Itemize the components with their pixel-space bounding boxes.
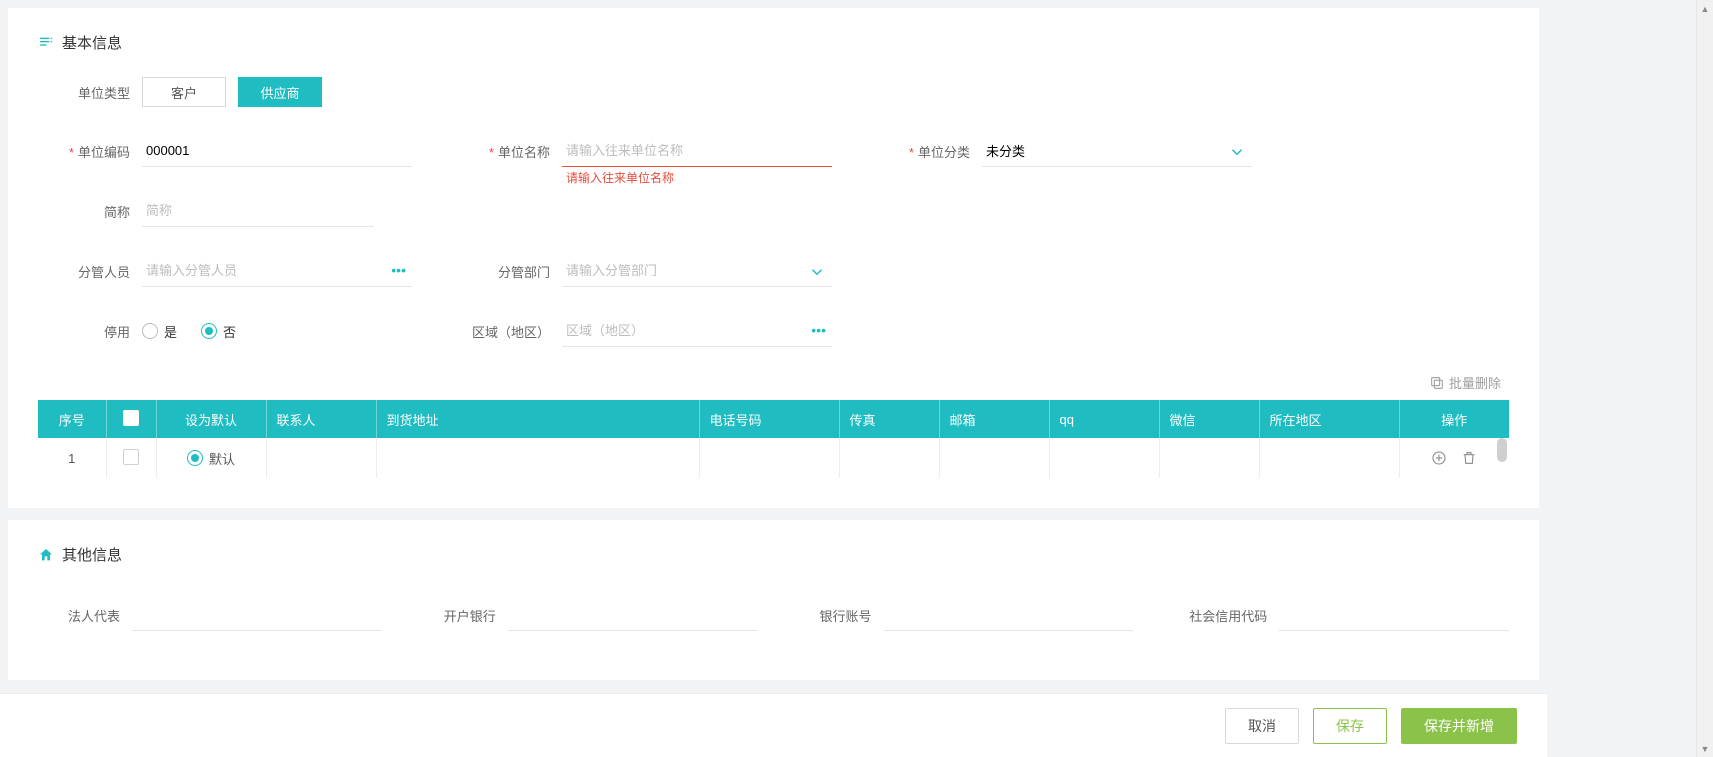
basic-info-title: 基本信息 (62, 32, 122, 53)
th-default: 设为默认 (156, 400, 266, 438)
cell-email[interactable] (939, 438, 1049, 478)
cell-phone[interactable] (699, 438, 839, 478)
bank-input[interactable] (508, 599, 758, 631)
cell-seq: 1 (38, 438, 106, 478)
short-name-row: 简称 (52, 195, 1252, 227)
manager-label: 分管人员 (52, 262, 142, 281)
table-header-row: 序号 设为默认 联系人 到货地址 电话号码 传真 邮箱 qq 微信 所在地区 操… (38, 400, 1509, 438)
cancel-button[interactable]: 取消 (1225, 708, 1299, 744)
more-icon[interactable]: ••• (811, 323, 826, 337)
house-icon (38, 547, 54, 563)
other-info-panel: 其他信息 法人代表 开户银行 银行账号 社会信用代码 (8, 520, 1539, 680)
disable-row: 停用 是 否 (52, 315, 412, 347)
unit-code-input[interactable] (142, 135, 412, 167)
cell-qq[interactable] (1049, 438, 1159, 478)
disable-yes[interactable]: 是 (142, 322, 177, 341)
batch-delete[interactable]: 批量删除 (38, 373, 1501, 392)
chevron-down-icon[interactable] (1228, 143, 1246, 163)
other-info-title: 其他信息 (62, 544, 122, 565)
batch-delete-label: 批量删除 (1449, 373, 1501, 392)
unit-name-row: *单位名称 请输入往来单位名称 (472, 135, 832, 167)
cell-address[interactable] (376, 438, 699, 478)
cell-fax[interactable] (839, 438, 939, 478)
unit-type-row: 单位类型 客户 供应商 (52, 77, 1252, 107)
acct-row: 银行账号 (804, 599, 1134, 631)
bank-row: 开户银行 (428, 599, 758, 631)
th-contact: 联系人 (266, 400, 376, 438)
other-info-header: 其他信息 (38, 544, 1509, 565)
scroll-down-arrow[interactable]: ▼ (1701, 740, 1710, 757)
th-email: 邮箱 (939, 400, 1049, 438)
credit-input[interactable] (1279, 599, 1509, 631)
th-seq: 序号 (38, 400, 106, 438)
unit-name-input[interactable] (562, 135, 832, 167)
chevron-down-icon[interactable] (808, 263, 826, 283)
table-row: 1 默认 (38, 438, 1509, 478)
unit-category-input[interactable] (982, 135, 1252, 167)
unit-code-row: *单位编码 (52, 135, 412, 167)
save-and-new-button[interactable]: 保存并新增 (1401, 708, 1517, 744)
region-input[interactable] (562, 315, 832, 347)
disable-no[interactable]: 否 (201, 322, 236, 341)
unit-type-supplier[interactable]: 供应商 (238, 77, 322, 107)
unit-category-label: 单位分类 (918, 145, 970, 160)
content-scroll: 基本信息 单位类型 客户 供应商 *单位编码 *单位名称 请输入往来单位名称 (0, 0, 1547, 680)
add-row-icon[interactable] (1431, 450, 1447, 466)
th-fax: 传真 (839, 400, 939, 438)
unit-name-error: 请输入往来单位名称 (566, 169, 674, 186)
unit-name-label: 单位名称 (498, 145, 550, 160)
th-region: 所在地区 (1259, 400, 1399, 438)
manager-input[interactable] (142, 255, 412, 287)
unit-code-label: 单位编码 (78, 145, 130, 160)
region-row: 区域（地区） ••• (472, 315, 832, 347)
header-checkbox[interactable] (123, 410, 139, 426)
save-button[interactable]: 保存 (1313, 708, 1387, 744)
th-ops: 操作 (1399, 400, 1509, 438)
unit-type-customer[interactable]: 客户 (142, 77, 226, 107)
row-default-radio[interactable] (187, 450, 203, 466)
scroll-up-arrow[interactable]: ▲ (1701, 0, 1710, 17)
credit-row: 社会信用代码 (1179, 599, 1509, 631)
department-row: 分管部门 (472, 255, 832, 287)
manager-row: 分管人员 ••• (52, 255, 412, 287)
cell-contact[interactable] (266, 438, 376, 478)
short-name-label: 简称 (52, 202, 142, 221)
credit-label: 社会信用代码 (1179, 606, 1279, 625)
legal-row: 法人代表 (52, 599, 382, 631)
th-phone: 电话号码 (699, 400, 839, 438)
acct-input[interactable] (884, 599, 1134, 631)
legal-label: 法人代表 (52, 606, 132, 625)
delete-row-icon[interactable] (1461, 450, 1477, 466)
cell-wechat[interactable] (1159, 438, 1259, 478)
page-scrollbar[interactable]: ▲ ▼ (1696, 0, 1713, 757)
basic-info-header: 基本信息 (38, 32, 1509, 53)
list-icon (38, 35, 54, 51)
table-scrollbar-thumb[interactable] (1497, 438, 1507, 462)
footer-bar: 取消 保存 保存并新增 (0, 693, 1547, 757)
short-name-input[interactable] (142, 195, 374, 227)
copy-icon (1429, 375, 1445, 391)
unit-type-segment: 客户 供应商 (142, 77, 322, 107)
legal-input[interactable] (132, 599, 382, 631)
region-label: 区域（地区） (472, 322, 562, 341)
more-icon[interactable]: ••• (391, 263, 406, 277)
basic-info-panel: 基本信息 单位类型 客户 供应商 *单位编码 *单位名称 请输入往来单位名称 (8, 8, 1539, 508)
cell-region[interactable] (1259, 438, 1399, 478)
contacts-table: 序号 设为默认 联系人 到货地址 电话号码 传真 邮箱 qq 微信 所在地区 操… (38, 400, 1509, 478)
row-checkbox[interactable] (123, 449, 139, 465)
unit-type-label: 单位类型 (52, 83, 142, 102)
department-input[interactable] (562, 255, 832, 287)
th-check (106, 400, 156, 438)
unit-category-row: *单位分类 (892, 135, 1252, 167)
bank-label: 开户银行 (428, 606, 508, 625)
th-address: 到货地址 (376, 400, 699, 438)
disable-label: 停用 (52, 322, 142, 341)
th-qq: qq (1049, 400, 1159, 438)
th-wechat: 微信 (1159, 400, 1259, 438)
department-label: 分管部门 (472, 262, 562, 281)
acct-label: 银行账号 (804, 606, 884, 625)
row-default-label: 默认 (209, 449, 235, 468)
